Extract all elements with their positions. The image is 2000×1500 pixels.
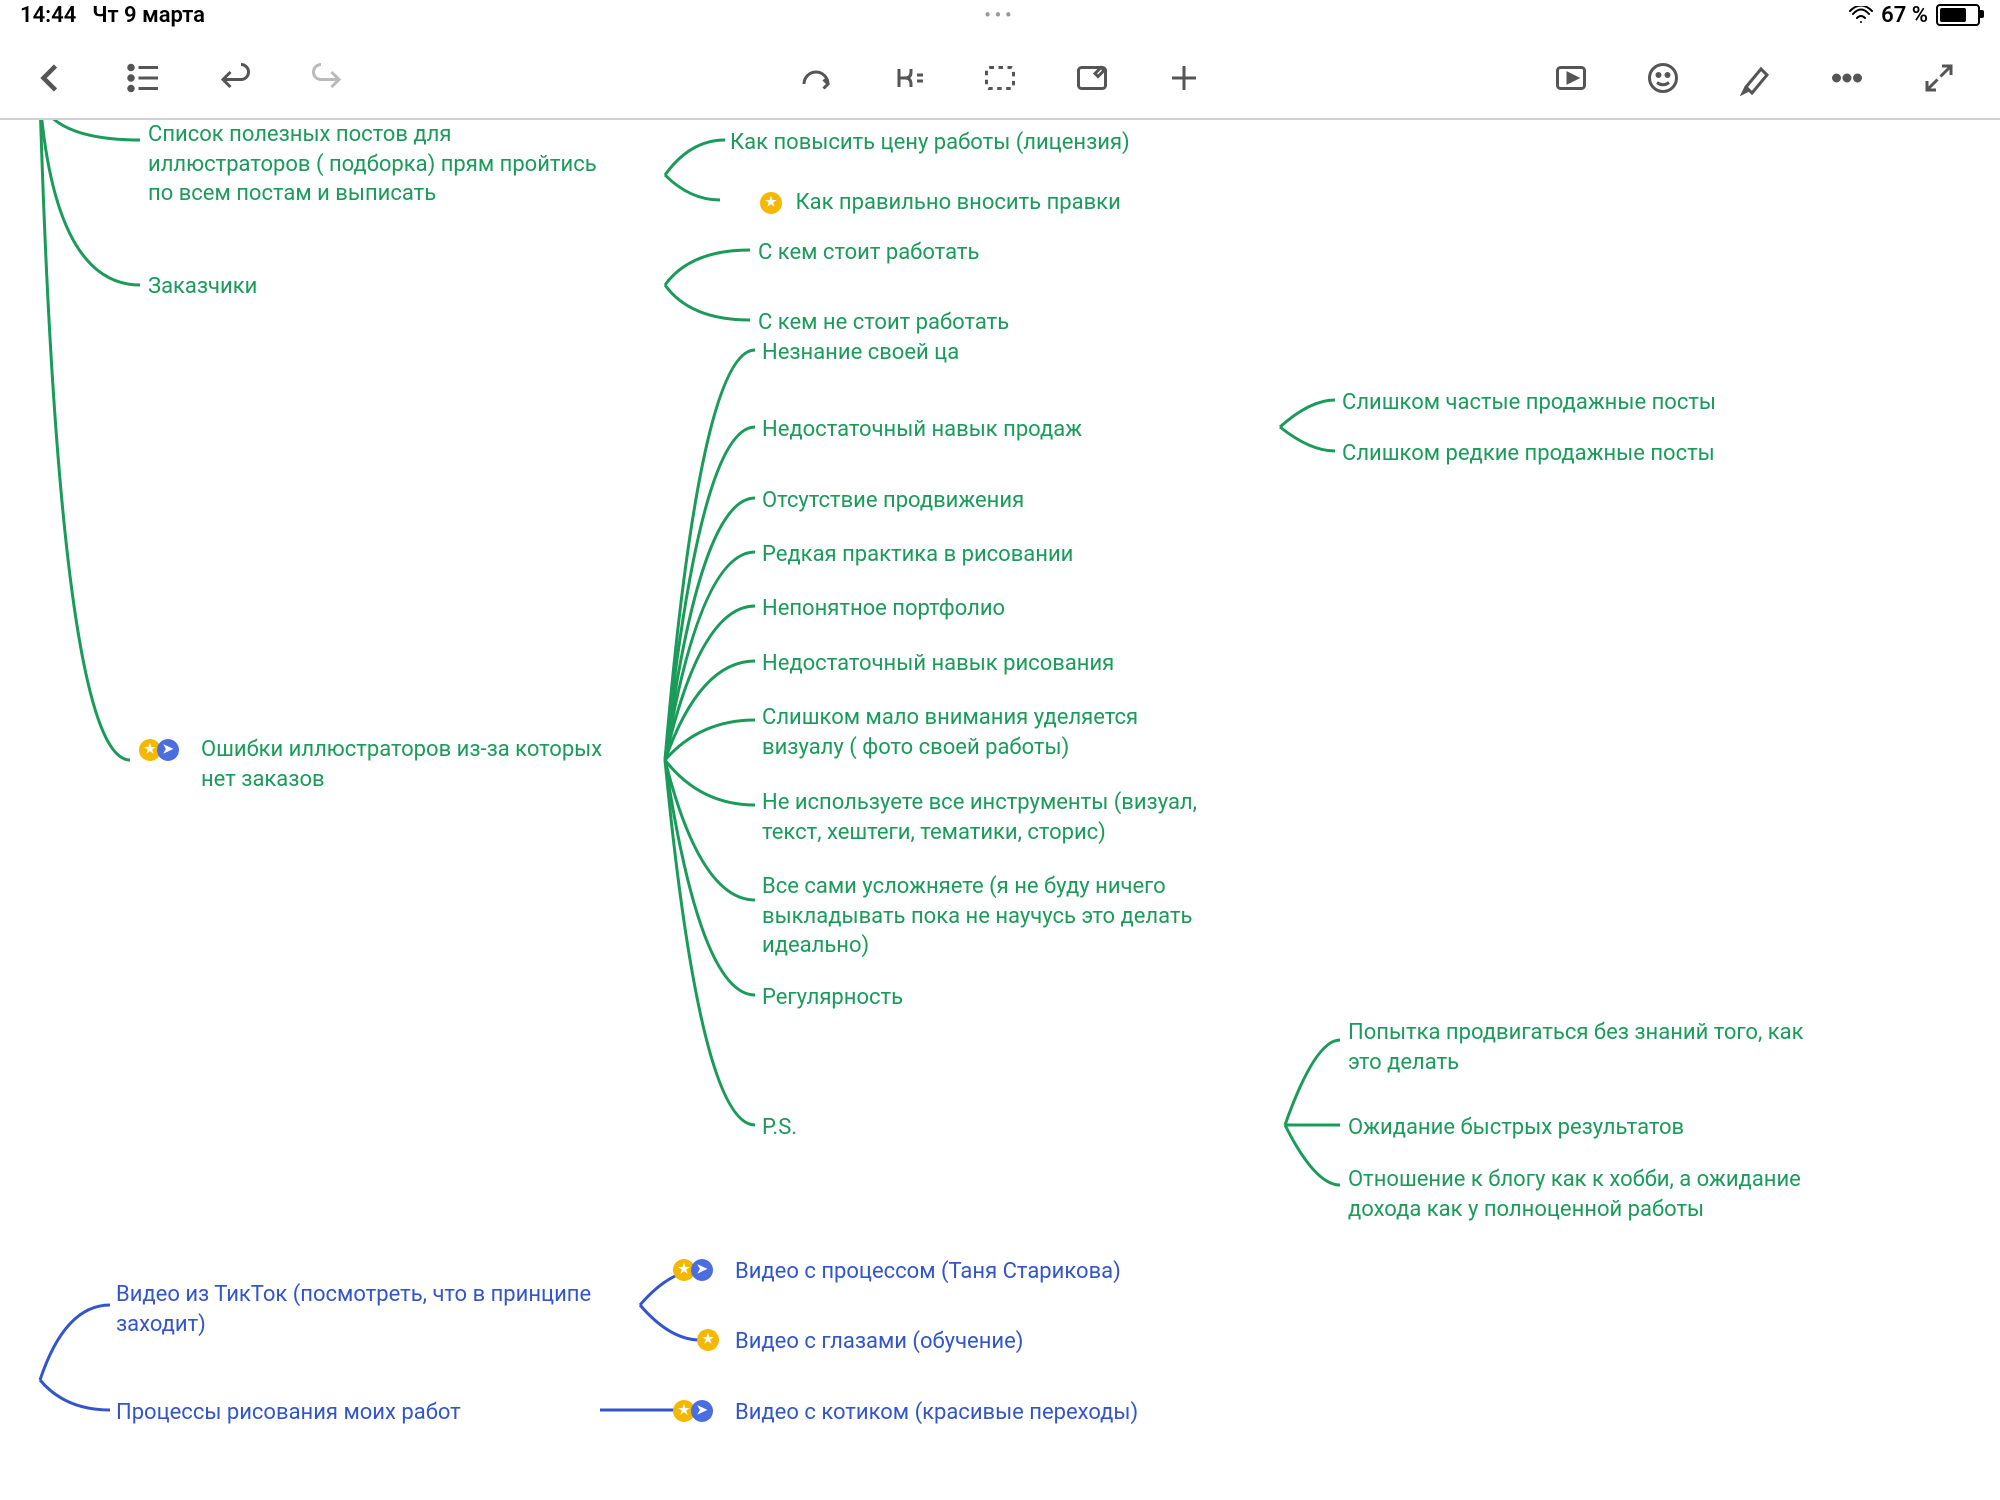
star-badge-icon: ★ (697, 1329, 719, 1351)
node-m7[interactable]: Слишком мало внимания уделяется визуалу … (762, 703, 1222, 762)
node-m5[interactable]: Непонятное портфолио (762, 594, 1005, 624)
node-clients[interactable]: Заказчики (148, 272, 257, 302)
node-tiktok[interactable]: Видео из ТикТок (посмотреть, что в принц… (116, 1280, 626, 1339)
status-left: 14:44 Чт 9 марта (20, 3, 205, 28)
node-v1[interactable]: ★➤ Видео с процессом (Таня Старикова) (735, 1257, 1121, 1287)
node-v3[interactable]: ★➤ Видео с котиком (красивые переходы) (735, 1398, 1138, 1428)
status-bar: 14:44 Чт 9 марта ••• 67 % (0, 0, 2000, 30)
double-badge-icon: ★➤ (673, 1400, 713, 1422)
node-processes[interactable]: Процессы рисования моих работ (116, 1398, 461, 1428)
node-edits[interactable]: ★ Как правильно вносить правки (760, 188, 1121, 218)
node-m10[interactable]: Регулярность (762, 983, 903, 1013)
node-price[interactable]: Как повысить цену работы (лицензия) (730, 128, 1130, 158)
status-date: Чт 9 марта (92, 3, 205, 28)
node-m1[interactable]: Незнание своей ца (762, 338, 959, 368)
status-time: 14:44 (20, 3, 76, 28)
node-ps3[interactable]: Отношение к блогу как к хобби, а ожидани… (1348, 1165, 1808, 1224)
redo-button[interactable] (306, 57, 348, 99)
edit-button[interactable] (1071, 57, 1113, 99)
selection-button[interactable] (979, 57, 1021, 99)
node-v3-label: Видео с котиком (красивые переходы) (735, 1400, 1138, 1425)
more-button[interactable] (1826, 57, 1868, 99)
node-m9[interactable]: Все сами усложняете (я не буду ничего вы… (762, 872, 1202, 961)
node-work-with[interactable]: С кем стоит работать (758, 238, 979, 268)
node-mistakes[interactable]: ★➤ Ошибки иллюстраторов из-за которых не… (201, 735, 631, 794)
back-button[interactable] (30, 57, 72, 99)
node-m6[interactable]: Недостаточный навык рисования (762, 649, 1114, 679)
wifi-icon (1849, 6, 1873, 24)
node-m8[interactable]: Не используете все инструменты (визуал, … (762, 788, 1202, 847)
node-s2[interactable]: Слишком редкие продажные посты (1342, 439, 1715, 469)
node-m4[interactable]: Редкая практика в рисовании (762, 540, 1073, 570)
play-button[interactable] (1550, 57, 1592, 99)
mindmap-canvas[interactable]: Список полезных постов для иллюстраторов… (0, 120, 2000, 1500)
double-badge-icon: ★➤ (673, 1259, 713, 1281)
status-center-dots: ••• (984, 5, 1015, 26)
node-ps1[interactable]: Попытка продвигаться без знаний того, ка… (1348, 1018, 1808, 1077)
bracket-button[interactable] (887, 57, 929, 99)
node-posts-list[interactable]: Список полезных постов для иллюстраторов… (148, 120, 618, 209)
node-m11[interactable]: P.S. (762, 1113, 797, 1143)
fullscreen-button[interactable] (1918, 57, 1960, 99)
node-not-work-with[interactable]: С кем не стоит работать (758, 308, 1009, 338)
double-badge-icon: ★➤ (139, 739, 179, 761)
node-mistakes-label: Ошибки иллюстраторов из-за которых нет з… (201, 737, 602, 792)
node-ps2[interactable]: Ожидание быстрых результатов (1348, 1113, 1684, 1143)
node-v2-label: Видео с глазами (обучение) (735, 1329, 1023, 1354)
battery-icon (1936, 4, 1980, 26)
node-edits-label: Как правильно вносить правки (795, 190, 1120, 215)
node-v2[interactable]: ★ Видео с глазами (обучение) (735, 1327, 1023, 1357)
relation-button[interactable] (795, 57, 837, 99)
battery-pct: 67 % (1881, 3, 1928, 28)
undo-button[interactable] (214, 57, 256, 99)
status-right: 67 % (1849, 3, 1980, 28)
node-s1[interactable]: Слишком частые продажные посты (1342, 388, 1716, 418)
node-m2[interactable]: Недостаточный навык продаж (762, 415, 1082, 445)
emoji-button[interactable] (1642, 57, 1684, 99)
outline-button[interactable] (122, 57, 164, 99)
star-badge-icon: ★ (760, 192, 782, 214)
highlight-button[interactable] (1734, 57, 1776, 99)
node-v1-label: Видео с процессом (Таня Старикова) (735, 1259, 1121, 1284)
toolbar (0, 38, 2000, 120)
add-button[interactable] (1163, 57, 1205, 99)
node-m3[interactable]: Отсутствие продвижения (762, 486, 1024, 516)
